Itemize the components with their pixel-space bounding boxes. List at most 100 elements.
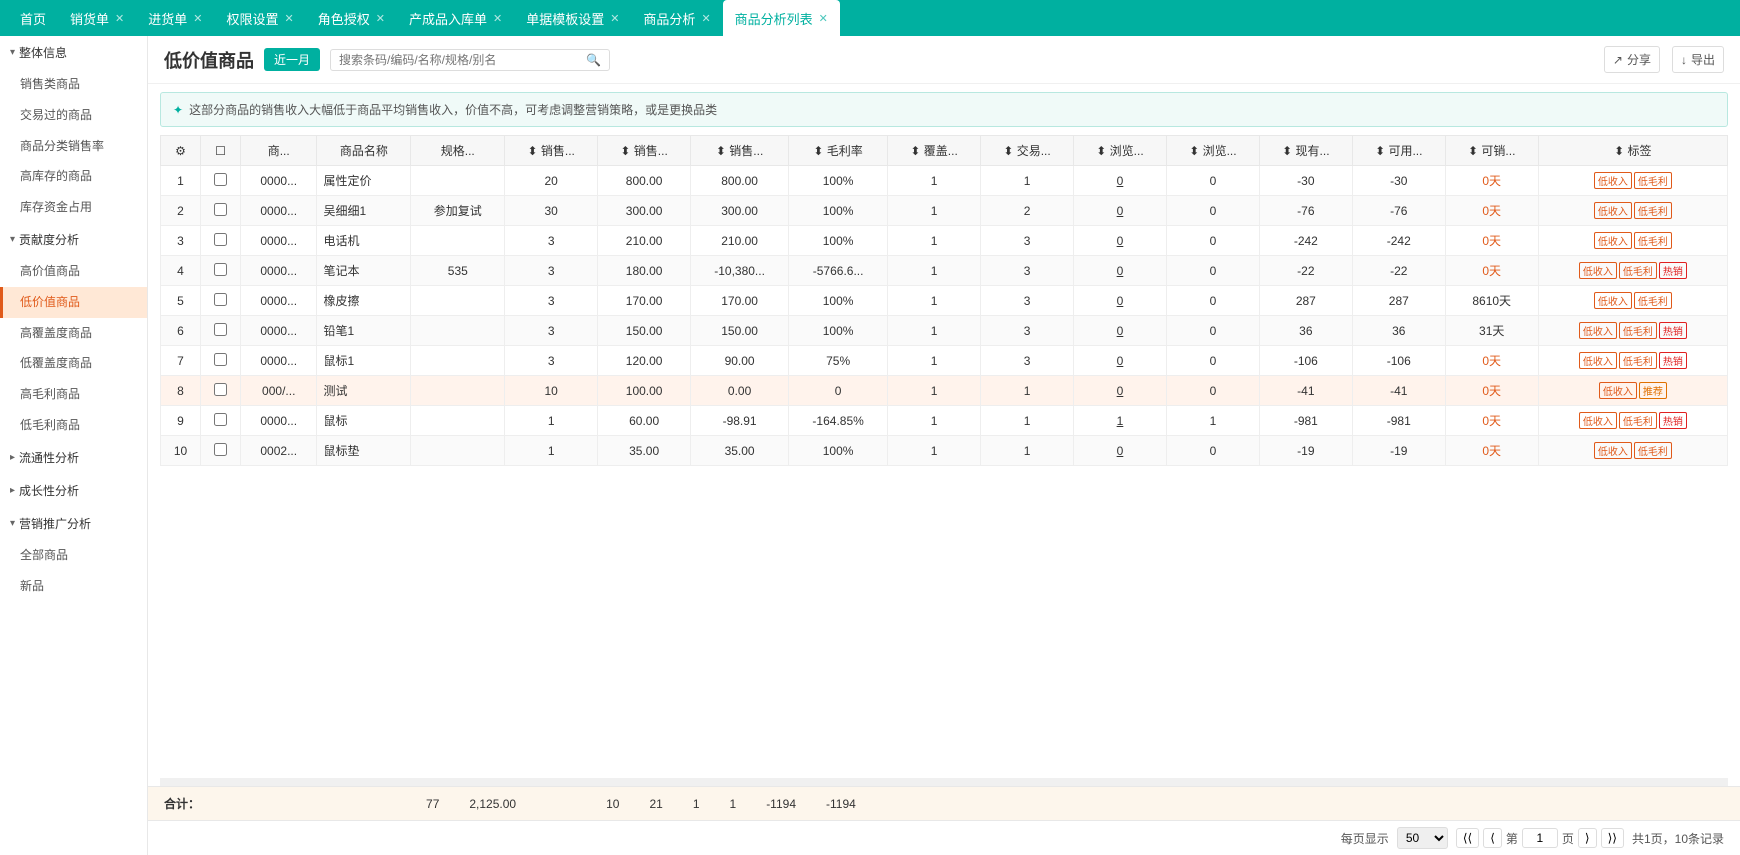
sidebar-item-high-stock[interactable]: 高库存的商品: [0, 161, 147, 192]
search-icon[interactable]: 🔍: [586, 53, 601, 67]
cell-checkbox[interactable]: [201, 316, 241, 346]
sidebar-item-sales-products[interactable]: 销售类商品: [0, 69, 147, 100]
last-page-button[interactable]: ⟩⟩: [1601, 828, 1624, 848]
cell-checkbox[interactable]: [201, 196, 241, 226]
nav-template-settings[interactable]: 单据模板设置 ✕: [514, 0, 631, 36]
row-checkbox[interactable]: [214, 443, 227, 456]
close-icon[interactable]: ✕: [376, 12, 385, 25]
summary-sales-qty: 77: [426, 797, 439, 811]
cell-checkbox[interactable]: [201, 286, 241, 316]
table-row: 9 0000... 鼠标 1 60.00 -98.91 -164.85% 1 1…: [161, 406, 1728, 436]
sidebar-item-low-value[interactable]: 低价值商品: [0, 287, 147, 318]
row-checkbox[interactable]: [214, 263, 227, 276]
sidebar-item-high-value[interactable]: 高价值商品: [0, 256, 147, 287]
sidebar-item-low-coverage[interactable]: 低覆盖度商品: [0, 348, 147, 379]
per-page-select[interactable]: 50 20 100: [1397, 827, 1448, 849]
cell-sales3: 300.00: [691, 196, 789, 226]
sidebar-item-all-products[interactable]: 全部商品: [0, 540, 147, 571]
share-button[interactable]: ↗ 分享: [1604, 46, 1660, 73]
browse-link[interactable]: 0: [1117, 264, 1124, 278]
cell-checkbox[interactable]: [201, 406, 241, 436]
nav-role-auth[interactable]: 角色授权 ✕: [306, 0, 397, 36]
sidebar-item-high-margin[interactable]: 高毛利商品: [0, 379, 147, 410]
nav-product-analysis[interactable]: 商品分析 ✕: [631, 0, 722, 36]
horizontal-scrollbar[interactable]: [160, 778, 1728, 786]
close-icon[interactable]: ✕: [701, 12, 710, 25]
summary-label: 合计：: [164, 795, 200, 812]
nav-home[interactable]: 首页: [8, 0, 58, 36]
filter-button[interactable]: 近一月: [264, 48, 320, 71]
row-checkbox[interactable]: [214, 173, 227, 186]
sidebar-section-overall[interactable]: ▾ 整体信息: [0, 36, 147, 69]
close-icon[interactable]: ✕: [115, 12, 124, 25]
th-browse2: ⬍ 浏览...: [1166, 136, 1259, 166]
browse-link[interactable]: 0: [1117, 204, 1124, 218]
cell-checkbox[interactable]: [201, 256, 241, 286]
nav-sales-order[interactable]: 销货单 ✕: [58, 0, 136, 36]
nav-purchase-order[interactable]: 进货单 ✕: [136, 0, 214, 36]
th-checkbox[interactable]: ☐: [201, 136, 241, 166]
cell-checkbox[interactable]: [201, 376, 241, 406]
prev-page-button[interactable]: ⟨: [1483, 828, 1502, 848]
close-icon[interactable]: ✕: [285, 12, 294, 25]
tag-badge: 低毛利: [1619, 322, 1657, 339]
cell-name: 铅笔1: [317, 316, 411, 346]
browse-link[interactable]: 0: [1117, 444, 1124, 458]
page-number-input[interactable]: [1522, 828, 1558, 848]
row-checkbox[interactable]: [214, 383, 227, 396]
search-input[interactable]: [339, 53, 580, 67]
sidebar-item-stock-capital[interactable]: 库存资金占用: [0, 192, 147, 223]
cell-stock: 36: [1259, 316, 1352, 346]
row-checkbox[interactable]: [214, 293, 227, 306]
cell-tags: 低收入低毛利热销: [1538, 256, 1727, 286]
tag-badge: 热销: [1659, 412, 1687, 429]
export-button[interactable]: ↓ 导出: [1672, 46, 1724, 73]
sidebar-section-contribution[interactable]: ▾ 贡献度分析: [0, 223, 147, 256]
th-sales2: ⬍ 销售...: [598, 136, 691, 166]
th-sales3: ⬍ 销售...: [691, 136, 789, 166]
row-checkbox[interactable]: [214, 413, 227, 426]
cell-checkbox[interactable]: [201, 346, 241, 376]
close-icon[interactable]: ✕: [493, 12, 502, 25]
sidebar-section-circulation[interactable]: ▸ 流通性分析: [0, 441, 147, 474]
nav-product-analysis-list[interactable]: 商品分析列表 ✕: [723, 0, 840, 36]
sidebar-section-growth[interactable]: ▸ 成长性分析: [0, 474, 147, 507]
next-page-button[interactable]: ⟩: [1578, 828, 1597, 848]
cell-browse2: 0: [1166, 256, 1259, 286]
cell-checkbox[interactable]: [201, 226, 241, 256]
cell-checkbox[interactable]: [201, 166, 241, 196]
first-page-button[interactable]: ⟨⟨: [1456, 828, 1479, 848]
cell-checkbox[interactable]: [201, 436, 241, 466]
close-icon[interactable]: ✕: [193, 12, 202, 25]
browse-link[interactable]: 0: [1117, 294, 1124, 308]
nav-product-instock[interactable]: 产成品入库单 ✕: [397, 0, 514, 36]
tag-badge: 低毛利: [1634, 292, 1672, 309]
th-code: 商...: [241, 136, 317, 166]
row-checkbox[interactable]: [214, 203, 227, 216]
cell-no: 9: [161, 406, 201, 436]
browse-link[interactable]: 0: [1117, 174, 1124, 188]
nav-permissions[interactable]: 权限设置 ✕: [214, 0, 305, 36]
cell-name: 鼠标: [317, 406, 411, 436]
close-icon[interactable]: ✕: [610, 12, 619, 25]
browse-link[interactable]: 0: [1117, 324, 1124, 338]
sidebar-item-category-sales[interactable]: 商品分类销售率: [0, 131, 147, 162]
browse-link[interactable]: 0: [1117, 354, 1124, 368]
browse-link[interactable]: 0: [1117, 384, 1124, 398]
cell-margin: 0: [789, 376, 888, 406]
sidebar-item-traded-products[interactable]: 交易过的商品: [0, 100, 147, 131]
cell-tags: 低收入低毛利: [1538, 196, 1727, 226]
sidebar-section-marketing[interactable]: ▾ 营销推广分析: [0, 507, 147, 540]
row-checkbox[interactable]: [214, 353, 227, 366]
sidebar-item-low-margin[interactable]: 低毛利商品: [0, 410, 147, 441]
row-checkbox[interactable]: [214, 233, 227, 246]
browse-link[interactable]: 0: [1117, 234, 1124, 248]
close-icon[interactable]: ✕: [819, 12, 828, 25]
browse-link[interactable]: 1: [1117, 414, 1124, 428]
sidebar-item-new-products[interactable]: 新品: [0, 571, 147, 602]
sidebar-item-high-coverage[interactable]: 高覆盖度商品: [0, 318, 147, 349]
th-settings[interactable]: ⚙: [161, 136, 201, 166]
cell-sales2: 800.00: [598, 166, 691, 196]
row-checkbox[interactable]: [214, 323, 227, 336]
cell-name: 鼠标垫: [317, 436, 411, 466]
